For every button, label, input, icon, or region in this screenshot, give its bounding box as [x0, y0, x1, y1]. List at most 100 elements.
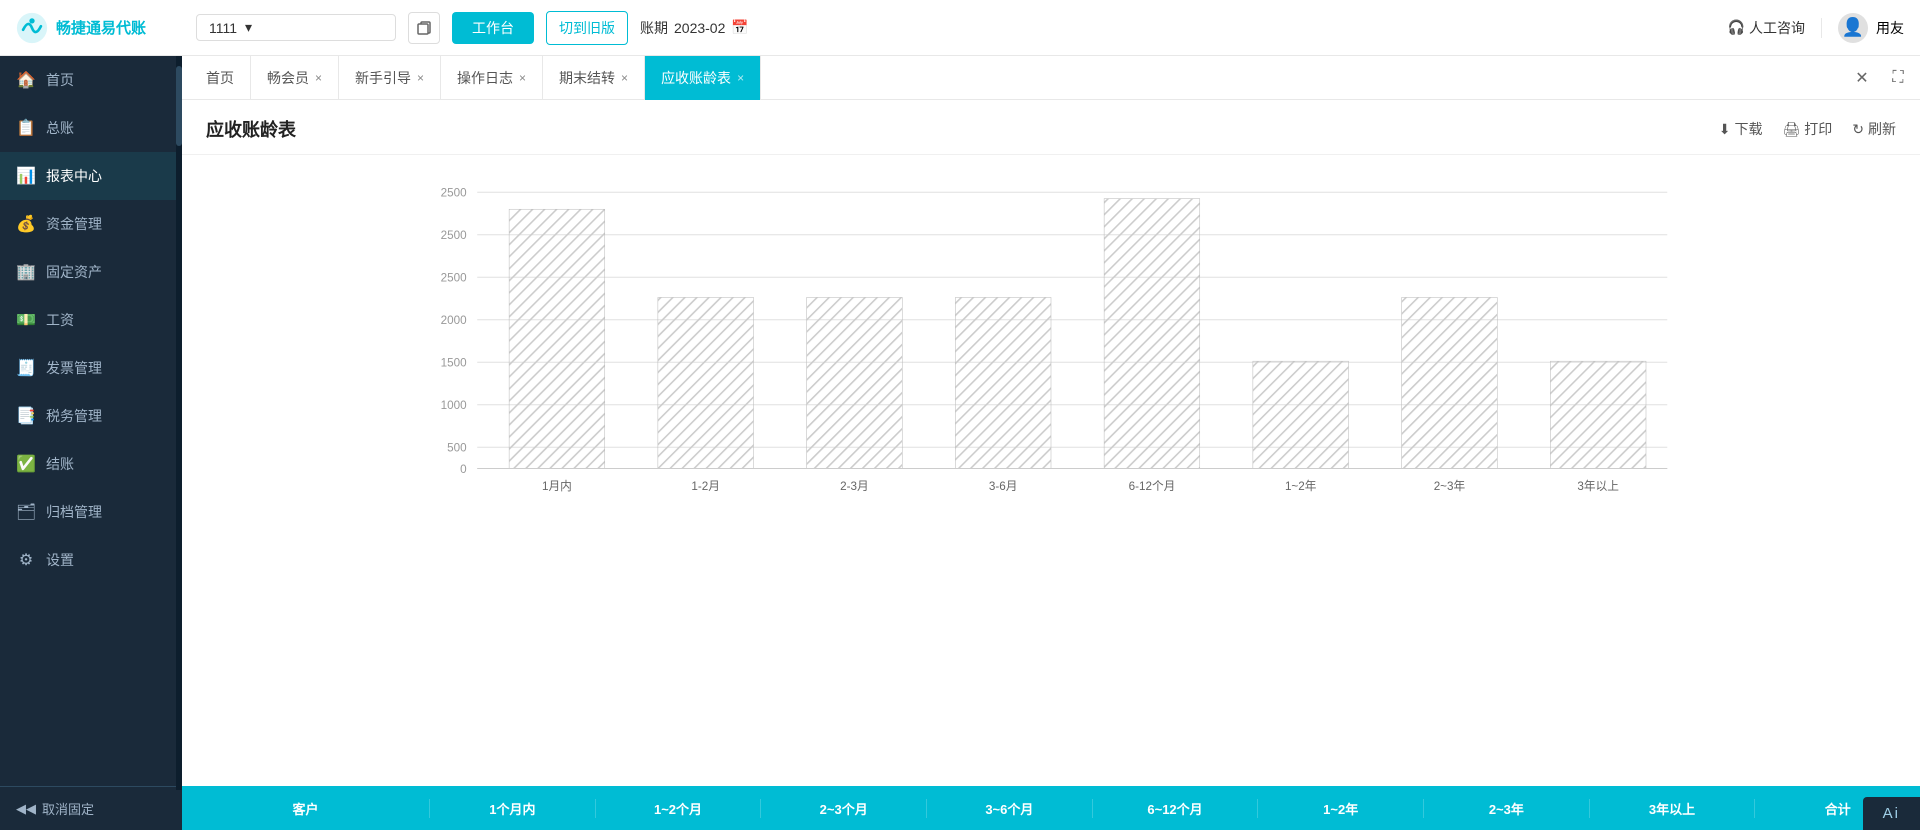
sidebar-label-archive: 归档管理	[46, 502, 102, 522]
download-icon: ⬇	[1719, 121, 1731, 138]
sidebar-item-report[interactable]: 📊 报表中心	[0, 152, 182, 200]
sidebar-item-fund[interactable]: 💰 资金管理	[0, 200, 182, 248]
svg-text:3-6月: 3-6月	[989, 480, 1018, 493]
chevron-down-icon: ▾	[245, 19, 252, 36]
tab-member[interactable]: 畅会员 ×	[251, 56, 339, 100]
sidebar-label-asset: 固定资产	[46, 262, 102, 282]
tab-guide-close[interactable]: ×	[417, 71, 424, 85]
sidebar-label-report: 报表中心	[46, 166, 102, 186]
main-layout: 🏠 首页 📋 总账 📊 报表中心 💰 资金管理 🏢 固定资产 💵 工资 🧾 发票…	[0, 56, 1920, 830]
svg-text:2500: 2500	[441, 187, 467, 200]
tab-close-period-label: 期末结转	[559, 68, 615, 88]
sidebar-item-ledger[interactable]: 📋 总账	[0, 104, 182, 152]
sidebar-item-checkout[interactable]: ✅ 结账	[0, 440, 182, 488]
refresh-label: 刷新	[1868, 119, 1896, 139]
tab-guide[interactable]: 新手引导 ×	[339, 56, 441, 100]
svg-text:1000: 1000	[441, 399, 467, 412]
sidebar-item-payroll[interactable]: 💵 工资	[0, 296, 182, 344]
report-header: 应收账龄表 ⬇ 下载 🖨 打印 ↻ 刷新	[182, 100, 1920, 155]
tab-close-all-button[interactable]: ✕	[1848, 64, 1876, 92]
payroll-icon: 💵	[16, 310, 36, 330]
svg-text:1~2年: 1~2年	[1285, 479, 1317, 493]
tab-aging-close[interactable]: ×	[737, 71, 744, 85]
sidebar-label-tax: 税务管理	[46, 406, 102, 426]
consult-button[interactable]: 🎧 人工咨询	[1728, 18, 1805, 38]
copy-button[interactable]	[408, 12, 440, 44]
invoice-icon: 🧾	[16, 358, 36, 378]
tab-aging-label: 应收账龄表	[661, 68, 731, 88]
settings-icon: ⚙	[16, 550, 36, 570]
svg-text:2500: 2500	[441, 272, 467, 285]
cancel-fixed-label: 取消固定	[42, 799, 94, 818]
user-avatar: 👤	[1838, 13, 1868, 43]
download-button[interactable]: ⬇ 下载	[1719, 119, 1763, 139]
tab-expand-button[interactable]: ⛶	[1884, 64, 1912, 92]
cancel-fixed-icon: ◀◀	[16, 801, 36, 817]
user-area[interactable]: 👤 用友	[1838, 13, 1904, 43]
th-1-2month: 1~2个月	[596, 799, 762, 818]
svg-text:6-12个月: 6-12个月	[1129, 480, 1176, 493]
sidebar-item-tax[interactable]: 📑 税务管理	[0, 392, 182, 440]
sidebar-label-home: 首页	[46, 70, 74, 90]
sidebar-item-archive[interactable]: 🗂 归档管理	[0, 488, 182, 536]
svg-text:1500: 1500	[441, 357, 467, 370]
bar-1month	[509, 209, 605, 468]
tab-actions: ✕ ⛶	[1848, 64, 1912, 92]
sidebar-label-fund: 资金管理	[46, 214, 102, 234]
sidebar-item-settings[interactable]: ⚙ 设置	[0, 536, 182, 584]
th-6-12month: 6~12个月	[1093, 799, 1259, 818]
sidebar-label-settings: 设置	[46, 550, 74, 570]
logo-icon	[16, 12, 48, 44]
sidebar-item-asset[interactable]: 🏢 固定资产	[0, 248, 182, 296]
tab-log[interactable]: 操作日志 ×	[441, 56, 543, 100]
sidebar-label-invoice: 发票管理	[46, 358, 102, 378]
chart-area: 0 500 1000 1500 2000 2500 2500 2500	[182, 155, 1920, 786]
bar-3year-plus	[1550, 361, 1646, 468]
chart-container: 0 500 1000 1500 2000 2500 2500 2500	[206, 171, 1896, 511]
tab-bar: 首页 畅会员 × 新手引导 × 操作日志 × 期末结转 × 应收账龄表 ×	[182, 56, 1920, 100]
tab-close-period[interactable]: 期末结转 ×	[543, 56, 645, 100]
company-name: 1111	[209, 20, 237, 36]
svg-text:0: 0	[460, 463, 467, 476]
sidebar-label-checkout: 结账	[46, 454, 74, 474]
header-right: 🎧 人工咨询 👤 用友	[1728, 13, 1904, 43]
bar-3-6month	[955, 297, 1051, 468]
tab-close-period-close[interactable]: ×	[621, 71, 628, 85]
tab-log-label: 操作日志	[457, 68, 513, 88]
logo-text: 畅捷通易代账	[56, 17, 146, 38]
tab-member-label: 畅会员	[267, 68, 309, 88]
tab-aging[interactable]: 应收账龄表 ×	[645, 56, 761, 100]
table-header: 客户 1个月内 1~2个月 2~3个月 3~6个月 6~12个月	[182, 786, 1920, 830]
refresh-button[interactable]: ↻ 刷新	[1852, 119, 1896, 139]
home-icon: 🏠	[16, 70, 36, 90]
sidebar-item-home[interactable]: 🏠 首页	[0, 56, 182, 104]
consult-label: 人工咨询	[1749, 18, 1805, 38]
tab-home[interactable]: 首页	[190, 56, 251, 100]
period-label: 账期	[640, 18, 668, 38]
print-label: 打印	[1804, 119, 1832, 139]
tab-guide-label: 新手引导	[355, 68, 411, 88]
user-label: 用友	[1876, 18, 1904, 38]
th-1month: 1个月内	[430, 799, 596, 818]
report-title: 应收账龄表	[206, 116, 296, 142]
copy-icon	[416, 20, 432, 36]
print-button[interactable]: 🖨 打印	[1782, 119, 1832, 139]
switch-button[interactable]: 切到旧版	[546, 11, 628, 45]
sidebar-item-invoice[interactable]: 🧾 发票管理	[0, 344, 182, 392]
workbench-button[interactable]: 工作台	[452, 12, 534, 44]
ai-badge[interactable]: Ai	[1863, 797, 1920, 830]
tab-log-close[interactable]: ×	[519, 71, 526, 85]
th-2-3year: 2~3年	[1424, 799, 1590, 818]
company-selector[interactable]: 1111 ▾	[196, 14, 396, 41]
tab-member-close[interactable]: ×	[315, 71, 322, 85]
fund-icon: 💰	[16, 214, 36, 234]
bar-1-2month	[658, 297, 754, 468]
print-icon: 🖨	[1782, 121, 1800, 138]
bar-6-12month	[1104, 199, 1200, 469]
svg-text:2-3月: 2-3月	[840, 480, 869, 493]
header-divider	[1821, 18, 1822, 38]
calendar-icon[interactable]: 📅	[731, 19, 748, 36]
top-header: 畅捷通易代账 1111 ▾ 工作台 切到旧版 账期 2023-02 📅 🎧 人工…	[0, 0, 1920, 56]
scrollbar-thumb[interactable]	[176, 66, 182, 146]
cancel-fixed-button[interactable]: ◀◀ 取消固定	[0, 787, 182, 830]
